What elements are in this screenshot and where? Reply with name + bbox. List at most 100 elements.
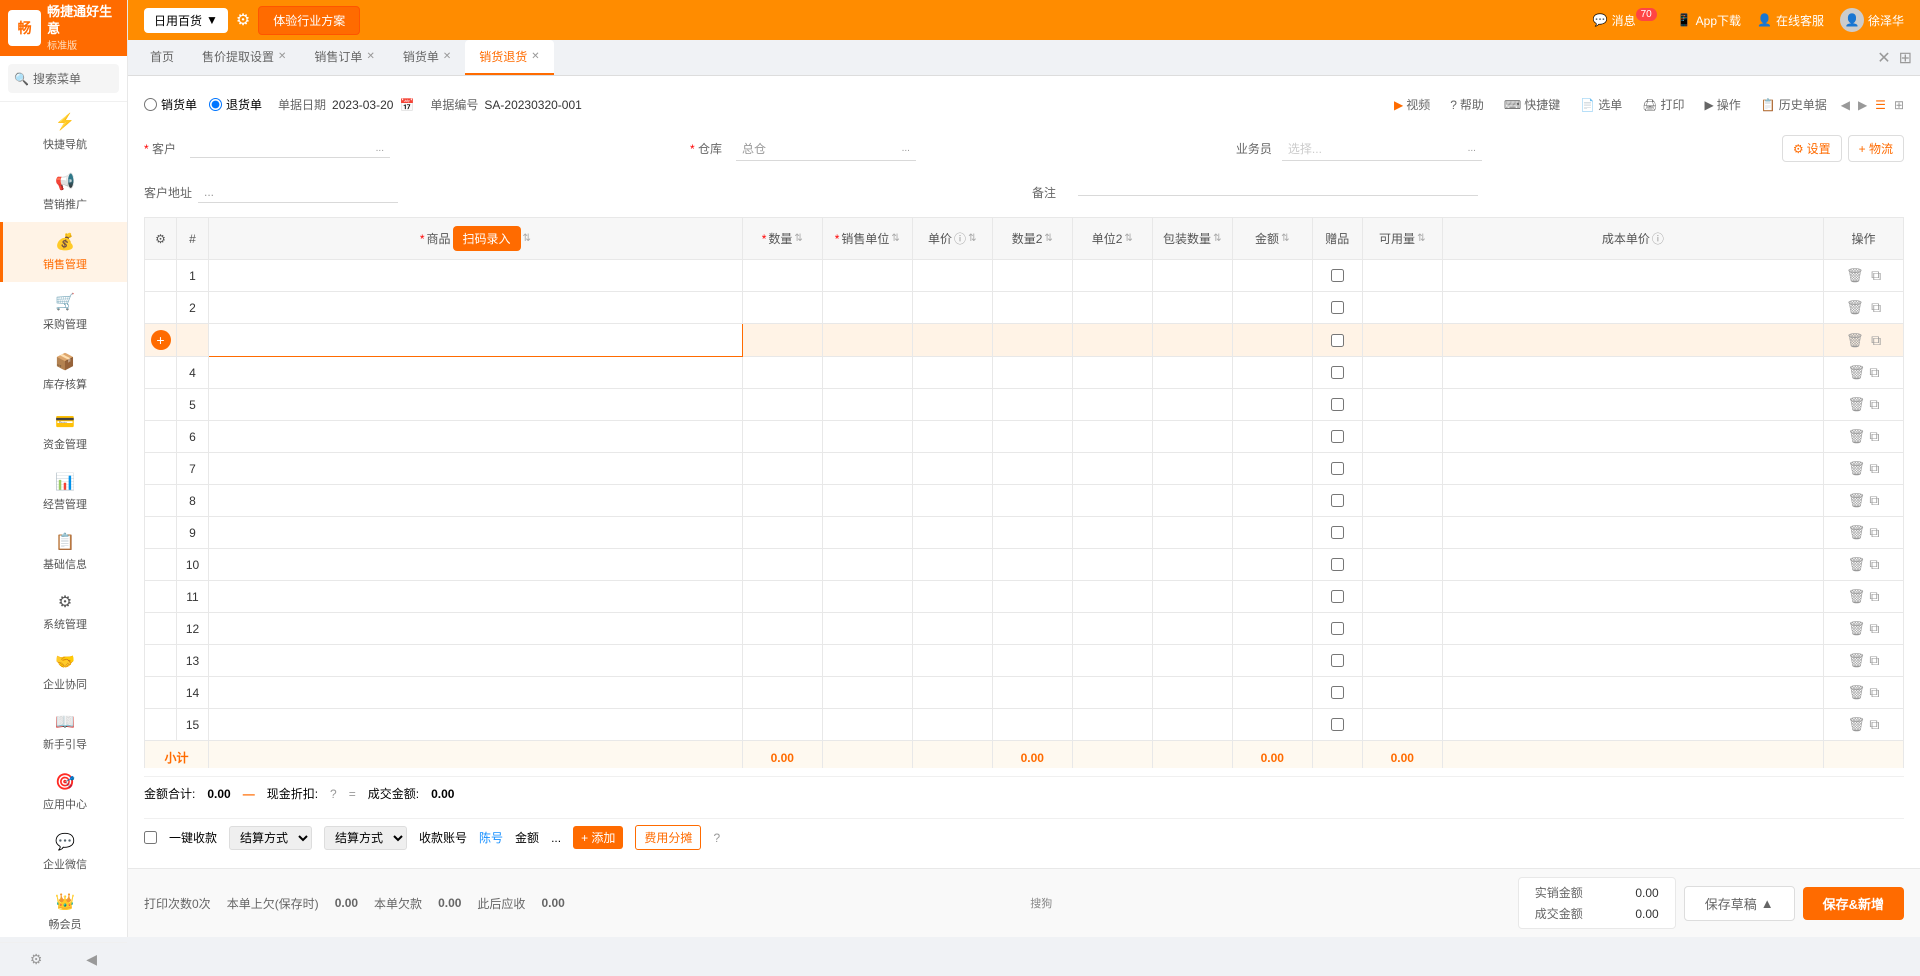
row-qty2-2[interactable]: [992, 292, 1072, 324]
scan-button[interactable]: 扫码录入: [453, 226, 521, 251]
row-gift-3[interactable]: [1312, 324, 1362, 357]
product-sort-icon[interactable]: ⇅: [523, 233, 531, 244]
row-price-1[interactable]: [912, 260, 992, 292]
experience-btn[interactable]: 体验行业方案: [258, 6, 360, 35]
shortcut-btn[interactable]: ⌨ 快捷键: [1498, 94, 1566, 115]
row-qty2-1[interactable]: [992, 260, 1072, 292]
copy-row-10[interactable]: ⧉: [1867, 556, 1881, 572]
row-cost-2[interactable]: [1442, 292, 1823, 324]
row-qty2-3[interactable]: [992, 324, 1072, 357]
sidebar-item-apps[interactable]: 🎯 应用中心: [0, 762, 127, 822]
settle-select[interactable]: 结算方式: [229, 826, 312, 850]
copy-row-11[interactable]: ⧉: [1867, 588, 1881, 604]
pq-sort-icon[interactable]: ⇅: [1213, 233, 1221, 244]
row-unit2-2[interactable]: [1072, 292, 1152, 324]
row-price-3[interactable]: [912, 324, 992, 357]
payment-help-btn[interactable]: ?: [713, 831, 720, 845]
grid-view-icon[interactable]: ⊞: [1894, 98, 1904, 112]
delete-row-7[interactable]: 🗑: [1846, 460, 1868, 476]
sidebar-item-basic[interactable]: 📋 基础信息: [0, 522, 127, 582]
delete-row-2[interactable]: 🗑: [1844, 299, 1866, 315]
copy-row-13[interactable]: ⧉: [1867, 652, 1881, 668]
tab-home[interactable]: 首页: [136, 40, 188, 75]
delete-row-12[interactable]: 🗑: [1846, 620, 1868, 636]
select-order-btn[interactable]: 📄 选单: [1574, 94, 1628, 115]
row-pq-1[interactable]: [1152, 260, 1232, 292]
row-gift-1[interactable]: [1312, 260, 1362, 292]
date-value[interactable]: 2023-03-20: [332, 98, 393, 112]
tab-sales-order[interactable]: 销售订单 ✕: [300, 40, 388, 75]
tab-sales-return[interactable]: 销货退货 ✕: [465, 40, 553, 75]
delete-row-5[interactable]: 🗑: [1846, 396, 1868, 412]
customer-input[interactable]: ...: [190, 140, 390, 158]
row-cost-3[interactable]: [1442, 324, 1823, 357]
sidebar-item-purchase[interactable]: 🛒 采购管理: [0, 282, 127, 342]
row-qty-3[interactable]: [742, 324, 822, 357]
tab-sales-close[interactable]: ✕: [443, 51, 451, 62]
delete-row-6[interactable]: 🗑: [1846, 428, 1868, 444]
add-payment-btn[interactable]: + 添加: [573, 826, 623, 849]
delete-row-11[interactable]: 🗑: [1846, 588, 1868, 604]
row-qty-2[interactable]: [742, 292, 822, 324]
sidebar-item-guide[interactable]: 📖 新手引导: [0, 702, 127, 762]
row-product-1[interactable]: [209, 260, 743, 292]
row-su-2[interactable]: [822, 292, 912, 324]
delete-row-14[interactable]: 🗑: [1846, 684, 1868, 700]
user-profile[interactable]: 👤 徐泽华: [1840, 8, 1904, 32]
copy-row-14[interactable]: ⧉: [1867, 684, 1881, 700]
staff-input[interactable]: 选择... ...: [1282, 137, 1482, 161]
history-btn[interactable]: 📋 历史单据: [1755, 94, 1833, 115]
settings-bottom-icon[interactable]: ⚙: [30, 951, 43, 968]
row-unit2-3[interactable]: [1072, 324, 1152, 357]
radio-return[interactable]: 退货单: [209, 96, 262, 113]
tab-price-setting[interactable]: 售价提取设置 ✕: [188, 40, 300, 75]
su-sort-icon[interactable]: ⇅: [891, 233, 899, 244]
copy-row-8[interactable]: ⧉: [1867, 492, 1881, 508]
row-avail-1[interactable]: [1362, 260, 1442, 292]
sidebar-item-sales[interactable]: 💰 销售管理: [0, 222, 127, 282]
row-product-3[interactable]: [209, 324, 743, 357]
row-pq-3[interactable]: [1152, 324, 1232, 357]
copy-row-1[interactable]: ⧉: [1869, 267, 1883, 283]
qty-sort-icon[interactable]: ⇅: [794, 233, 802, 244]
list-view-icon[interactable]: ☰: [1875, 98, 1886, 112]
price-sort-icon[interactable]: ⇅: [968, 233, 976, 244]
address-input[interactable]: ...: [198, 182, 398, 203]
row-gift-2[interactable]: [1312, 292, 1362, 324]
prev-doc-icon[interactable]: ◀: [1841, 98, 1850, 112]
copy-row-3[interactable]: ⧉: [1869, 332, 1883, 348]
row-pq-2[interactable]: [1152, 292, 1232, 324]
one-click-checkbox[interactable]: [144, 831, 157, 844]
save-draft-button[interactable]: 保存草稿 ▲: [1684, 886, 1795, 921]
row-price-2[interactable]: [912, 292, 992, 324]
next-doc-icon[interactable]: ▶: [1858, 98, 1867, 112]
sidebar-item-inventory[interactable]: 📦 库存核算: [0, 342, 127, 402]
copy-row-6[interactable]: ⧉: [1867, 428, 1881, 444]
remark-input[interactable]: [1078, 189, 1478, 196]
account-link[interactable]: 陈号: [479, 829, 503, 846]
add-row-button[interactable]: +: [151, 330, 171, 350]
online-service-item[interactable]: 👤 在线客服: [1757, 12, 1824, 29]
row-su-1[interactable]: [822, 260, 912, 292]
row-amt-1[interactable]: [1232, 260, 1312, 292]
tab-price-setting-close[interactable]: ✕: [278, 51, 286, 62]
collapse-icon[interactable]: ◀: [86, 951, 97, 968]
delete-row-10[interactable]: 🗑: [1846, 556, 1868, 572]
price-help-icon[interactable]: ⓘ: [954, 230, 966, 247]
calc-select[interactable]: 结算方式: [324, 826, 407, 850]
copy-row-12[interactable]: ⧉: [1867, 620, 1881, 636]
warehouse-input[interactable]: 总仓 ...: [736, 137, 916, 161]
save-new-button[interactable]: 保存&新增: [1803, 887, 1904, 920]
setup-button[interactable]: ⚙ 设置: [1782, 135, 1842, 162]
copy-row-9[interactable]: ⧉: [1867, 524, 1881, 540]
u2-sort-icon[interactable]: ⇅: [1124, 233, 1132, 244]
row-avail-2[interactable]: [1362, 292, 1442, 324]
amt-sort-icon[interactable]: ⇅: [1281, 233, 1289, 244]
copy-row-2[interactable]: ⧉: [1869, 299, 1883, 315]
avail-sort-icon[interactable]: ⇅: [1417, 233, 1425, 244]
topbar-settings-icon[interactable]: ⚙: [236, 10, 250, 30]
sidebar-item-wechat[interactable]: 💬 企业微信: [0, 822, 127, 882]
radio-sale-input[interactable]: [144, 98, 157, 111]
operate-btn[interactable]: ▶ 操作: [1698, 94, 1746, 115]
tab-layout-icon[interactable]: ⊞: [1899, 48, 1912, 68]
